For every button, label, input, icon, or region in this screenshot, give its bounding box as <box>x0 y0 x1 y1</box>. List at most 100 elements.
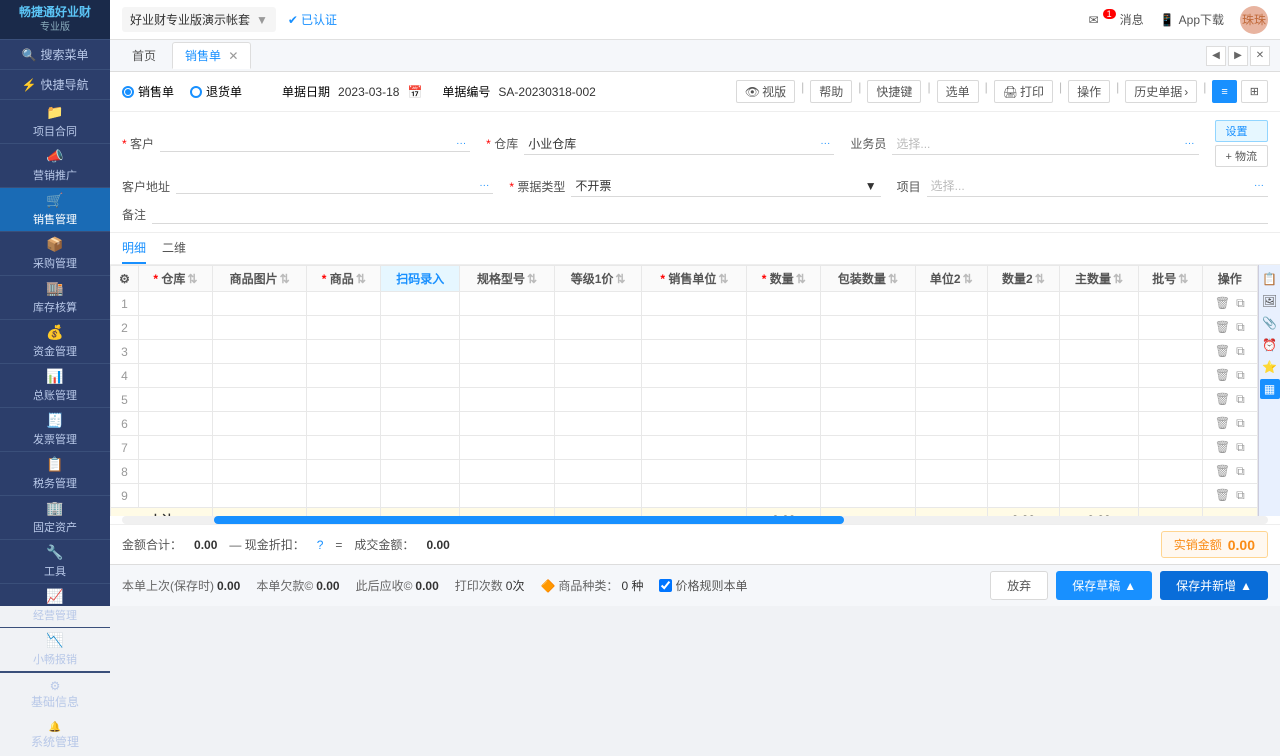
save-new-btn[interactable]: 保存并新增 ▲ <box>1160 571 1268 600</box>
toolbar-btn-select[interactable]: 选单 <box>937 80 979 103</box>
row-del-icon[interactable]: 🗑 <box>1215 464 1230 479</box>
sidebar-item-tools[interactable]: 🔧 工具 <box>0 540 110 584</box>
address-dots-icon[interactable]: ··· <box>479 180 489 191</box>
toolbar-btn-history[interactable]: 历史单据› <box>1125 80 1197 103</box>
sidebar-quicknav[interactable]: ⚡ 快捷导航 <box>0 70 110 100</box>
sidebar-item-basic[interactable]: ⚙ 基础信息 <box>0 673 110 716</box>
rp-icon-4[interactable]: ⏰ <box>1260 335 1280 355</box>
sidebar-item-marketing[interactable]: 📣 营销推广 <box>0 144 110 188</box>
tab-detail[interactable]: 明细 <box>122 233 146 264</box>
table-row: 7🗑⧉ <box>111 436 1258 460</box>
project-input[interactable]: 选择... ··· <box>927 175 1268 197</box>
tab-close-btn[interactable]: ✕ <box>1250 46 1270 66</box>
address-input[interactable]: ··· <box>176 178 493 194</box>
remark-input[interactable] <box>152 205 1268 224</box>
toolbar-btn-help[interactable]: 帮助 <box>810 80 852 103</box>
customer-dots-icon[interactable]: ··· <box>456 138 466 149</box>
table-row: 1🗑⧉ <box>111 292 1258 316</box>
row-del-icon[interactable]: 🗑 <box>1215 440 1230 455</box>
rp-icon-6[interactable]: ▦ <box>1260 379 1280 399</box>
row-copy-icon[interactable]: ⧉ <box>1236 440 1245 455</box>
radio-sales[interactable]: 销售单 <box>122 83 174 100</box>
customer-input[interactable]: ··· <box>160 136 470 152</box>
toolbar-btn-view[interactable]: 👁视版 <box>736 80 795 103</box>
logistics-btn[interactable]: + 物流 <box>1215 145 1268 167</box>
warehouse-input[interactable]: 小业仓库 ··· <box>524 133 834 155</box>
rp-icon-5[interactable]: ⭐ <box>1260 357 1280 377</box>
sidebar-item-inventory[interactable]: 🏬 库存核算 <box>0 276 110 320</box>
tab-next-btn[interactable]: ▶ <box>1228 46 1248 66</box>
discard-btn[interactable]: 放弃 <box>990 571 1048 600</box>
toolbar-btn-shortcut[interactable]: 快捷键 <box>867 80 921 103</box>
price-rule-check[interactable] <box>659 579 672 592</box>
row-del-icon[interactable]: 🗑 <box>1215 320 1230 335</box>
sidebar-item-settings[interactable]: 🔔 系统管理 <box>0 716 110 756</box>
invoice-select[interactable]: 不开票 ▼ <box>571 175 880 197</box>
row-copy-icon[interactable]: ⧉ <box>1236 488 1245 503</box>
row-copy-icon[interactable]: ⧉ <box>1236 368 1245 383</box>
th-scan[interactable]: 扫码录入 <box>381 266 460 292</box>
toolbar-btn-grid2[interactable]: ⊞ <box>1241 80 1268 103</box>
sidebar-item-purchase[interactable]: 📦 采购管理 <box>0 232 110 276</box>
sidebar-item-project[interactable]: 📁 项目合同 <box>0 100 110 144</box>
footer-totals: 金额合计： 0.00 — 现金折扣： ? = 成交金额： 0.00 实销金额 0… <box>110 524 1280 564</box>
sidebar-item-accounting[interactable]: 📊 总账管理 <box>0 364 110 408</box>
app-download-btn[interactable]: 📱 App下载 <box>1160 11 1224 28</box>
sidebar-item-reports-label: 小畅报销 <box>33 651 77 667</box>
row-copy-icon[interactable]: ⧉ <box>1236 392 1245 407</box>
user-avatar[interactable]: 珠珠 <box>1240 6 1268 34</box>
row-del-icon[interactable]: 🗑 <box>1215 416 1230 431</box>
sidebar-item-sales[interactable]: 🛒 销售管理 <box>0 188 110 232</box>
sidebar-item-tax[interactable]: 📋 税务管理 <box>0 452 110 496</box>
topbar-right: ✉ 1 消息 📱 App下载 珠珠 <box>1089 6 1268 34</box>
calendar-icon[interactable]: 📅 <box>407 85 422 99</box>
salesperson-dots-icon[interactable]: ··· <box>1185 138 1195 149</box>
company-arrow-icon: ▼ <box>256 13 268 27</box>
row-del-icon[interactable]: 🗑 <box>1215 296 1230 311</box>
row-del-icon[interactable]: 🗑 <box>1215 392 1230 407</box>
row-copy-icon[interactable]: ⧉ <box>1236 464 1245 479</box>
warehouse-dots-icon[interactable]: ··· <box>820 138 830 149</box>
sidebar-item-assets-label: 固定资产 <box>33 519 77 535</box>
h-scrollbar[interactable] <box>122 516 1268 524</box>
sidebar-item-invoice[interactable]: 🧾 发票管理 <box>0 408 110 452</box>
rp-icon-2[interactable]: 🖼 <box>1260 291 1280 311</box>
tab-prev-btn[interactable]: ◀ <box>1206 46 1226 66</box>
help-icon[interactable]: ? <box>317 538 324 552</box>
row-del-icon[interactable]: 🗑 <box>1215 368 1230 383</box>
toolbar-btn-grid1[interactable]: ≡ <box>1212 80 1236 103</box>
toolbar-btn-print[interactable]: 🖨打印 <box>994 80 1053 103</box>
project-dots-icon[interactable]: ··· <box>1254 180 1264 191</box>
price-rule-checkbox[interactable]: 价格规则本单 <box>659 577 747 594</box>
row-copy-icon[interactable]: ⧉ <box>1236 416 1245 431</box>
sidebar-item-accounting-label: 总账管理 <box>33 387 77 403</box>
sidebar-item-operations[interactable]: 📈 经营管理 <box>0 584 110 628</box>
sidebar-item-capital[interactable]: 💰 资金管理 <box>0 320 110 364</box>
table-row: 4🗑⧉ <box>111 364 1258 388</box>
row-copy-icon[interactable]: ⧉ <box>1236 296 1245 311</box>
radio-return[interactable]: 退货单 <box>190 83 242 100</box>
gear-icon[interactable]: ⚙ <box>119 272 130 286</box>
th-qty: * 数量⇅ <box>747 266 821 292</box>
salesperson-input[interactable]: 选择... ··· <box>892 133 1198 155</box>
sidebar-item-capital-label: 资金管理 <box>33 343 77 359</box>
set-btn[interactable]: 设置 <box>1215 120 1268 142</box>
tab-sales-order[interactable]: 销售单 ✕ <box>172 42 251 69</box>
row-copy-icon[interactable]: ⧉ <box>1236 344 1245 359</box>
tab-close-icon[interactable]: ✕ <box>228 49 238 63</box>
row-del-icon[interactable]: 🗑 <box>1215 488 1230 503</box>
row-del-icon[interactable]: 🗑 <box>1215 344 1230 359</box>
sidebar-item-assets[interactable]: 🏢 固定资产 <box>0 496 110 540</box>
tab-home[interactable]: 首页 <box>120 43 168 68</box>
row-copy-icon[interactable]: ⧉ <box>1236 320 1245 335</box>
sidebar-item-reports[interactable]: 📉 小畅报销 <box>0 628 110 672</box>
company-selector[interactable]: 好业财专业版演示帐套 ▼ <box>122 7 276 32</box>
tab-2d[interactable]: 二维 <box>162 233 186 264</box>
message-btn[interactable]: ✉ 1 消息 <box>1089 11 1144 28</box>
toolbar-btn-ops[interactable]: 操作 <box>1068 80 1110 103</box>
save-draft-btn[interactable]: 保存草稿 ▲ <box>1056 571 1152 600</box>
rp-icon-3[interactable]: 📎 <box>1260 313 1280 333</box>
th-gear[interactable]: ⚙ <box>111 266 139 292</box>
sidebar-search[interactable]: 🔍 搜索菜单 <box>0 40 110 70</box>
rp-icon-1[interactable]: 📋 <box>1260 269 1280 289</box>
